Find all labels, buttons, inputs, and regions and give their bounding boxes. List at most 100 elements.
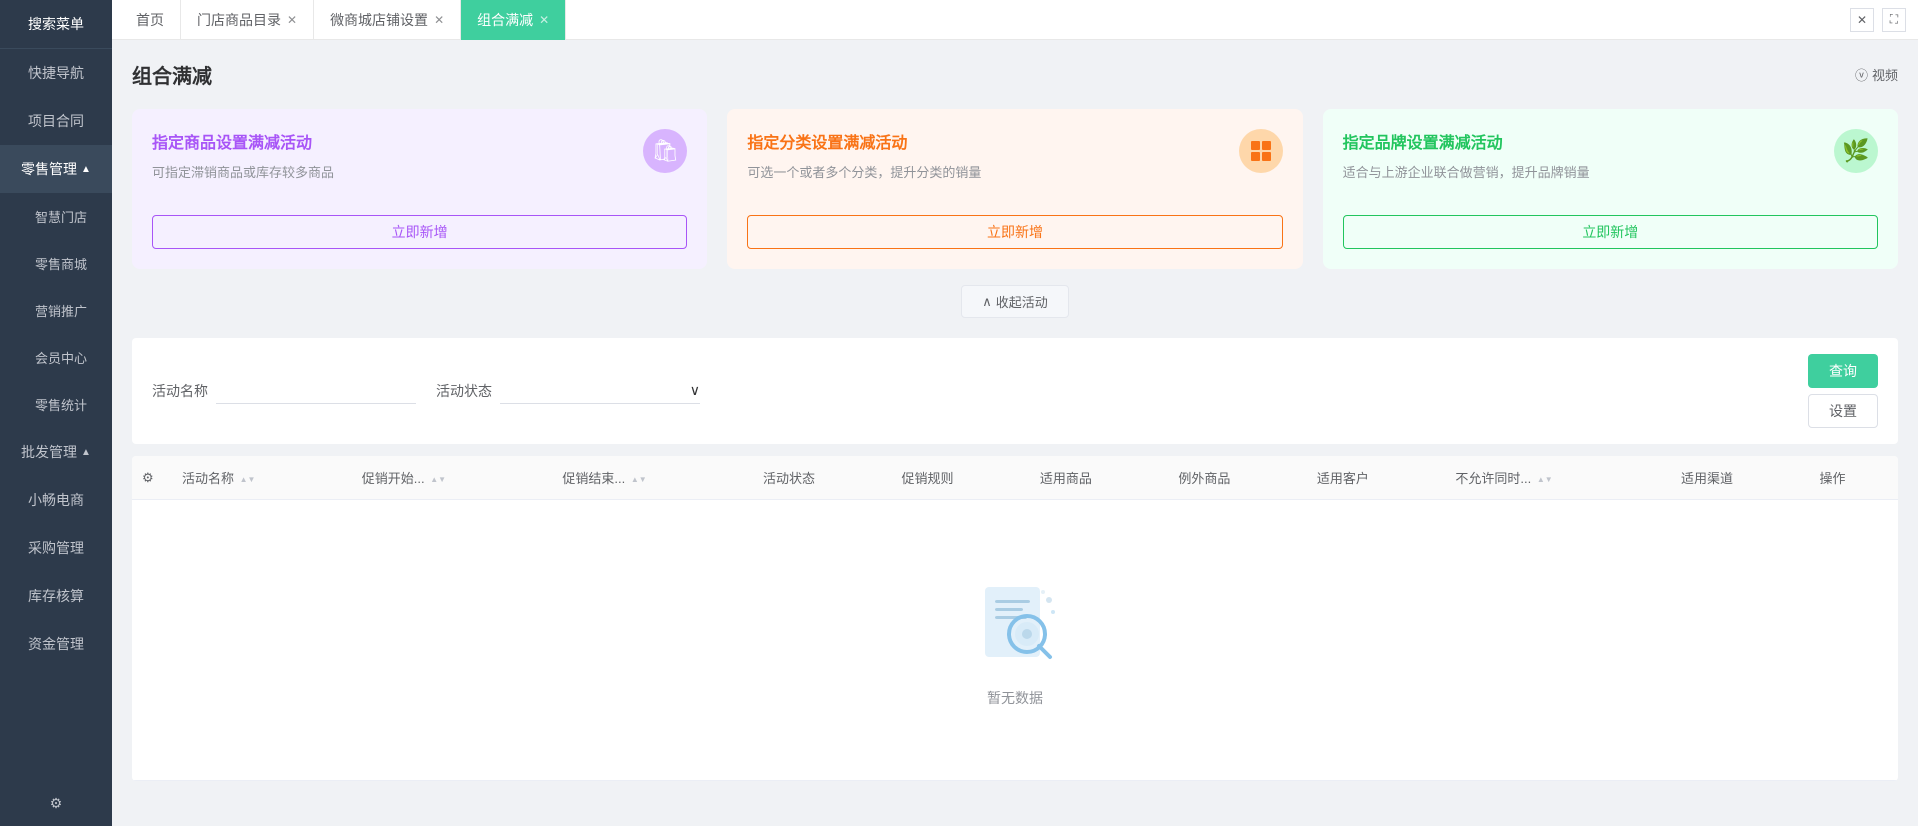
sidebar-item-marketing[interactable]: 营销推广 [0, 287, 112, 334]
main-area: 首页 门店商品目录 ✕ 微商城店铺设置 ✕ 组合满减 ✕ ✕ ⛶ 组合满减 ⓥ … [112, 0, 1918, 826]
sidebar-item-label: 零售统计 [35, 395, 87, 414]
sidebar-search[interactable]: 搜索菜单 [0, 0, 112, 49]
gear-icon: ⚙ [50, 795, 63, 811]
filter-status-label: 活动状态 [436, 381, 492, 401]
table-col-applicable-goods: 适用商品 [1030, 456, 1168, 500]
card-product-title: 指定商品设置满减活动 [152, 129, 687, 153]
card-category-icon [1239, 129, 1283, 173]
sidebar-item-label: 智慧门店 [35, 207, 87, 226]
sidebar-item-purchase-mgmt[interactable]: 采购管理 [0, 524, 112, 572]
card-product-icon: 🛍 [643, 129, 687, 173]
activity-card-category: 指定分类设置满减活动 可选一个或者多个分类，提升分类的销量 立即新增 [727, 109, 1302, 269]
sidebar-item-label: 营销推广 [35, 301, 87, 320]
sidebar-item-inventory[interactable]: 库存核算 [0, 572, 112, 620]
activity-card-product: 🛍 指定商品设置满减活动 可指定滞销商品或库存较多商品 立即新增 [132, 109, 707, 269]
filter-name-label: 活动名称 [152, 381, 208, 401]
page-header: 组合满减 ⓥ 视频 [132, 60, 1898, 89]
sidebar-item-member-center[interactable]: 会员中心 [0, 334, 112, 381]
sidebar-item-label: 快捷导航 [28, 63, 84, 83]
fullscreen-button[interactable]: ⛶ [1882, 8, 1906, 32]
tab-wechat-store[interactable]: 微商城店铺设置 ✕ [314, 0, 461, 40]
table-col-activity-status: 活动状态 [753, 456, 891, 500]
empty-state: 暂无数据 [142, 512, 1888, 768]
sidebar-item-project-contract[interactable]: 项目合同 [0, 97, 112, 145]
sort-arrows-not-allow[interactable]: ▲▼ [1537, 475, 1553, 484]
sidebar-item-xiaochang[interactable]: 小畅电商 [0, 476, 112, 524]
table-col-excluded-goods: 例外商品 [1168, 456, 1306, 500]
sidebar-item-finance[interactable]: 资金管理 [0, 620, 112, 668]
table-col-promo-start: 促销开始... ▲▼ [352, 456, 553, 500]
card-product-add-button[interactable]: 立即新增 [152, 215, 687, 249]
sidebar-item-label: 库存核算 [28, 586, 84, 606]
data-table: ⚙ 活动名称 ▲▼ 促销开始... ▲▼ 促销结束... ▲▼ [132, 456, 1898, 781]
sidebar-item-label: 会员中心 [35, 348, 87, 367]
tab-controls: ✕ ⛶ [1850, 8, 1910, 32]
chevron-up-icon: ▲ [81, 164, 91, 175]
empty-text: 暂无数据 [142, 688, 1888, 708]
sidebar-item-label: 零售商城 [35, 254, 87, 273]
filter-status-item: 活动状态 ∨ [436, 378, 700, 404]
settings-icon-btn[interactable]: ⚙ [0, 781, 112, 826]
gear-icon[interactable]: ⚙ [142, 470, 154, 485]
table-col-applicable-channel: 适用渠道 [1671, 456, 1809, 500]
table-col-promo-rule: 促销规则 [891, 456, 1029, 500]
tab-combo-discount-close[interactable]: ✕ [539, 13, 549, 27]
card-category-title: 指定分类设置满减活动 [747, 129, 1282, 153]
filter-name-item: 活动名称 [152, 379, 416, 404]
activity-card-brand: 🌿 指定品牌设置满减活动 适合与上游企业联合做营销，提升品牌销量 立即新增 [1323, 109, 1898, 269]
sidebar-item-wholesale-mgmt[interactable]: 批发管理 ▲ [0, 428, 112, 476]
sidebar: 搜索菜单 快捷导航 项目合同 零售管理 ▲ 智慧门店 零售商城 营销推广 会员中… [0, 0, 112, 826]
sort-arrows-activity-name[interactable]: ▲▼ [240, 475, 256, 484]
play-circle-icon: ⓥ [1855, 65, 1868, 84]
table-col-gear: ⚙ [132, 456, 172, 500]
filter-actions: 查询 设置 [1808, 354, 1878, 428]
card-brand-title: 指定品牌设置满减活动 [1343, 129, 1878, 153]
card-category-desc: 可选一个或者多个分类，提升分类的销量 [747, 163, 1282, 199]
sidebar-item-retail-stats[interactable]: 零售统计 [0, 381, 112, 428]
sidebar-item-label: 项目合同 [28, 111, 84, 131]
settings-button[interactable]: 设置 [1808, 394, 1878, 428]
chevron-up-icon: ∧ [982, 294, 992, 310]
sidebar-item-label: 资金管理 [28, 634, 84, 654]
filter-bar: 活动名称 活动状态 ∨ 查询 设置 [132, 338, 1898, 444]
tab-combo-discount-label: 组合满减 [477, 10, 533, 30]
page-title: 组合满减 [132, 60, 212, 89]
empty-state-cell: 暂无数据 [132, 500, 1898, 781]
activity-name-input[interactable] [216, 379, 416, 404]
video-link-label: 视频 [1872, 65, 1898, 84]
sidebar-item-smart-store[interactable]: 智慧门店 [0, 193, 112, 240]
activity-cards: 🛍 指定商品设置满减活动 可指定滞销商品或库存较多商品 立即新增 指定分类设置满… [132, 109, 1898, 269]
table-col-activity-name: 活动名称 ▲▼ [172, 456, 352, 500]
close-window-button[interactable]: ✕ [1850, 8, 1874, 32]
sidebar-item-quick-nav[interactable]: 快捷导航 [0, 49, 112, 97]
table-header: ⚙ 活动名称 ▲▼ 促销开始... ▲▼ 促销结束... ▲▼ [132, 456, 1898, 500]
tab-store-catalog-close[interactable]: ✕ [287, 13, 297, 27]
sidebar-item-label: 小畅电商 [28, 490, 84, 510]
sidebar-item-retail-mgmt[interactable]: 零售管理 ▲ [0, 145, 112, 193]
sidebar-item-label: 采购管理 [28, 538, 84, 558]
query-button[interactable]: 查询 [1808, 354, 1878, 388]
sidebar-item-retail-mall[interactable]: 零售商城 [0, 240, 112, 287]
table-col-promo-end: 促销结束... ▲▼ [552, 456, 753, 500]
sort-arrows-promo-end[interactable]: ▲▼ [631, 475, 647, 484]
tab-home[interactable]: 首页 [120, 0, 181, 40]
video-link[interactable]: ⓥ 视频 [1855, 65, 1898, 84]
sort-arrows-promo-start[interactable]: ▲▼ [430, 475, 446, 484]
activity-status-select[interactable]: ∨ [500, 378, 700, 404]
tab-wechat-store-close[interactable]: ✕ [434, 13, 444, 27]
empty-illustration [965, 572, 1065, 672]
tab-home-label: 首页 [136, 10, 164, 30]
sidebar-item-label: 批发管理 [21, 442, 77, 462]
table-col-not-allow-simultaneous: 不允许同时... ▲▼ [1445, 456, 1671, 500]
tab-store-catalog-label: 门店商品目录 [197, 10, 281, 30]
collapse-label: 收起活动 [996, 292, 1048, 311]
tab-combo-discount[interactable]: 组合满减 ✕ [461, 0, 566, 40]
page-content: 组合满减 ⓥ 视频 🛍 指定商品设置满减活动 可指定滞销商品或库存较多商品 立即… [112, 40, 1918, 826]
card-brand-add-button[interactable]: 立即新增 [1343, 215, 1878, 249]
card-category-add-button[interactable]: 立即新增 [747, 215, 1282, 249]
tab-wechat-store-label: 微商城店铺设置 [330, 10, 428, 30]
data-table-container: ⚙ 活动名称 ▲▼ 促销开始... ▲▼ 促销结束... ▲▼ [132, 456, 1898, 781]
tab-bar: 首页 门店商品目录 ✕ 微商城店铺设置 ✕ 组合满减 ✕ ✕ ⛶ [112, 0, 1918, 40]
collapse-activity-button[interactable]: ∧ 收起活动 [961, 285, 1069, 318]
tab-store-catalog[interactable]: 门店商品目录 ✕ [181, 0, 314, 40]
